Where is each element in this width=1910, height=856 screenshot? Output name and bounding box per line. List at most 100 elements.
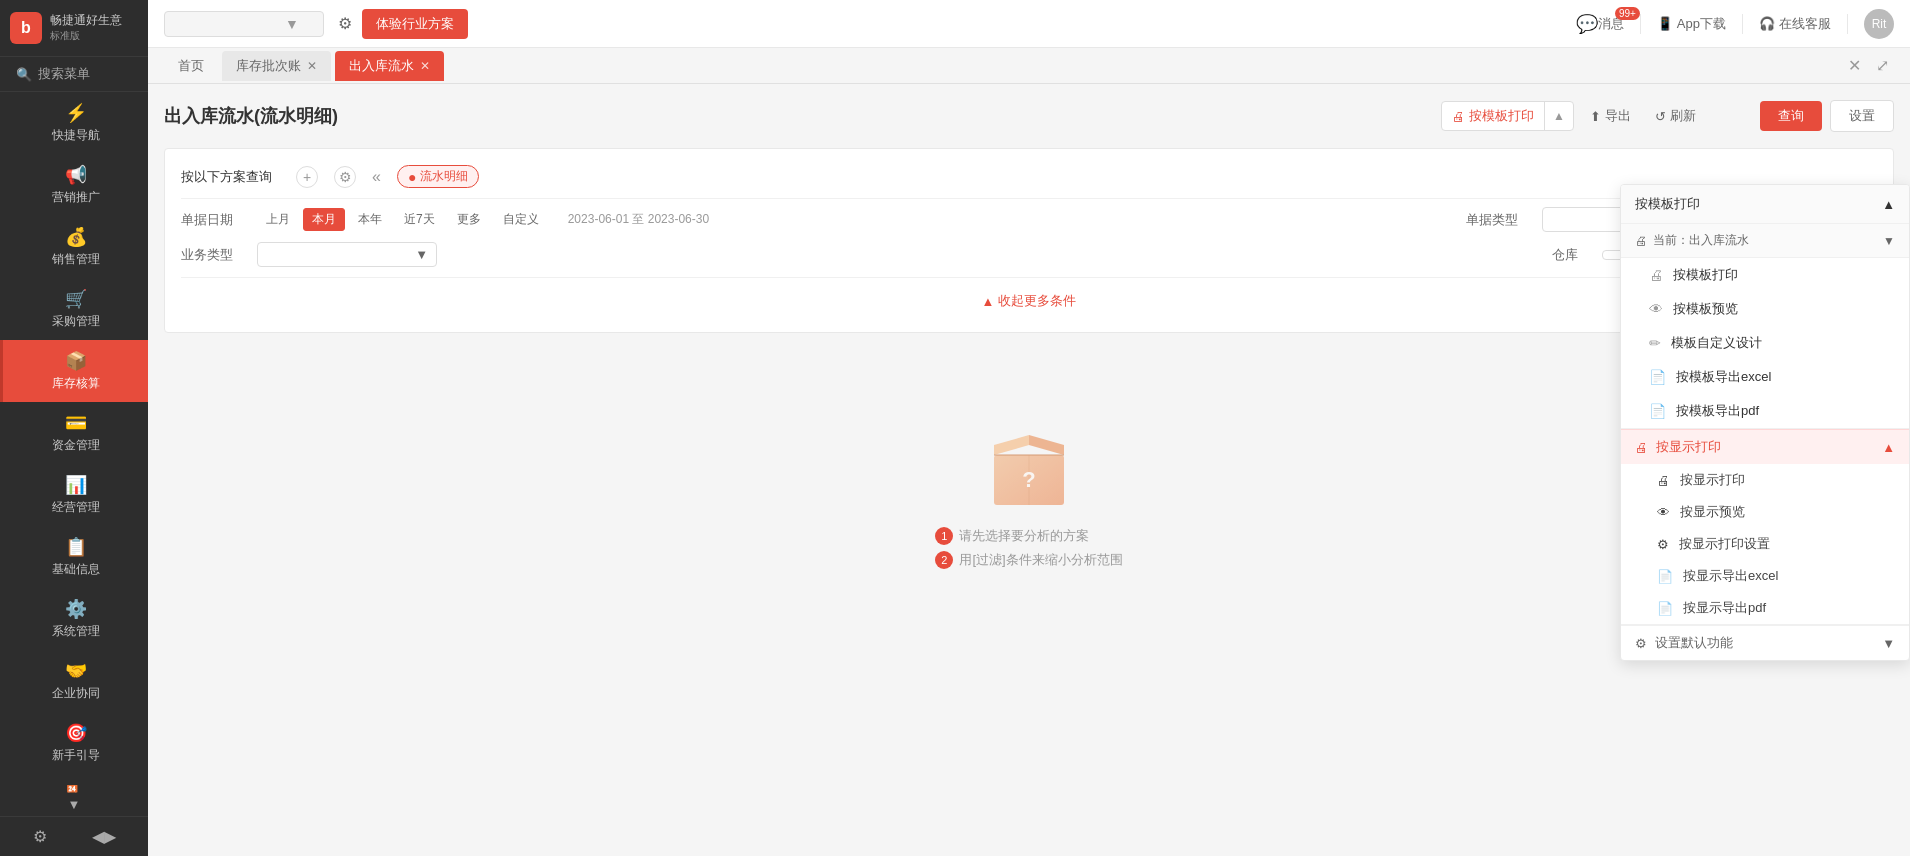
sidebar-item-inventory[interactable]: 📦 库存核算 [0, 340, 148, 402]
topbar-search-input[interactable] [175, 17, 285, 31]
dropdown-item-display-preview[interactable]: 👁 按显示预览 [1621, 496, 1909, 528]
sidebar-item-label: 系统管理 [52, 623, 100, 640]
message-badge: 99+ [1615, 7, 1640, 20]
svg-text:?: ? [1022, 467, 1035, 492]
sidebar-search[interactable]: 🔍 搜索菜单 [0, 57, 148, 92]
message-btn[interactable]: 💬 消息 99+ [1576, 13, 1624, 35]
dropdown-item-template-custom[interactable]: ✏ 模板自定义设计 [1621, 326, 1909, 360]
inventory-icon: 📦 [65, 350, 87, 372]
date-btn-this-month[interactable]: 本月 [303, 208, 345, 231]
print-template-dropdown-arrow[interactable]: ▲ [1545, 104, 1573, 128]
empty-tip-2: 2 用[过滤]条件来缩小分析范围 [935, 551, 1122, 569]
date-label: 单据日期 [181, 211, 233, 229]
sidebar-item-marketing[interactable]: 📢 营销推广 [0, 154, 148, 216]
tab-batch-account[interactable]: 库存批次账 ✕ [222, 51, 331, 81]
sidebar-item-label: 经营管理 [52, 499, 100, 516]
date-btn-more[interactable]: 更多 [448, 208, 490, 231]
sidebar-item-finance[interactable]: 💳 资金管理 [0, 402, 148, 464]
sidebar-item-operations[interactable]: 📊 经营管理 [0, 464, 148, 526]
date-range-display: 2023-06-01 至 2023-06-30 [568, 211, 709, 228]
footer-settings-icon: ⚙ [1635, 636, 1647, 651]
dropdown-footer[interactable]: ⚙ 设置默认功能 ▼ [1621, 625, 1909, 660]
settings-button[interactable]: 设置 [1830, 100, 1894, 132]
dropdown-item-display-print[interactable]: 🖨 按显示打印 [1621, 464, 1909, 496]
page-actions: 🖨 按模板打印 ▲ ⬆ 导出 ↺ 刷新 查询 设置 [1441, 100, 1894, 132]
dropdown-item-display-pdf[interactable]: 📄 按显示导出pdf [1621, 592, 1909, 624]
page-header: 出入库流水(流水明细) 🖨 按模板打印 ▲ ⬆ 导出 ↺ 刷新 [164, 100, 1894, 132]
current-template-label: 当前：出入库流水 [1653, 232, 1749, 249]
system-icon: ⚙️ [65, 598, 87, 620]
app-download-label: App下载 [1677, 15, 1726, 33]
export-btn[interactable]: ⬆ 导出 [1582, 103, 1639, 129]
settings-bottom-icon[interactable]: ⚙ [33, 827, 47, 846]
topbar-gear-icon[interactable]: ⚙ [338, 14, 352, 33]
dropdown-item-display-settings[interactable]: ⚙ 按显示打印设置 [1621, 528, 1909, 560]
topbar-search-box[interactable]: ▼ [164, 11, 324, 37]
resize-window-btn[interactable]: ⤢ [1870, 54, 1894, 78]
svg-marker-1 [994, 435, 1029, 455]
query-button[interactable]: 查询 [1760, 101, 1822, 131]
sidebar-scroll-down[interactable]: ▼ [0, 793, 148, 816]
topbar: ▼ ⚙ 体验行业方案 💬 消息 99+ 📱 App下载 🎧 在线客服 Rit [148, 0, 1910, 48]
dropdown-item-display-excel[interactable]: 📄 按显示导出excel [1621, 560, 1909, 592]
refresh-btn[interactable]: ↺ 刷新 [1647, 103, 1704, 129]
display-print-label: 按显示打印 [1680, 471, 1745, 489]
tab-batch-account-close[interactable]: ✕ [307, 59, 317, 73]
online-service-btn[interactable]: 🎧 在线客服 [1759, 15, 1831, 33]
sidebar-item-label: 采购管理 [52, 313, 100, 330]
print-template-btn[interactable]: 🖨 按模板打印 [1442, 102, 1545, 130]
sidebar-item-app-center[interactable]: 🏪 应用中心 [0, 774, 148, 793]
app-download-btn[interactable]: 📱 App下载 [1657, 15, 1726, 33]
export-icon: ⬆ [1590, 109, 1601, 124]
topbar-divider-2 [1742, 14, 1743, 34]
sidebar-item-enterprise[interactable]: 🤝 企业协同 [0, 650, 148, 712]
trial-btn[interactable]: 体验行业方案 [362, 9, 468, 39]
tab-home[interactable]: 首页 [164, 51, 218, 81]
display-preview-label: 按显示预览 [1680, 503, 1745, 521]
filter-active-tag[interactable]: ● 流水明细 [397, 165, 479, 188]
user-avatar[interactable]: Rit [1864, 9, 1894, 39]
empty-box-icon: ? [979, 415, 1079, 515]
sidebar-item-sales[interactable]: 💰 销售管理 [0, 216, 148, 278]
topbar-divider-1 [1640, 14, 1641, 34]
collapse-sidebar-icon[interactable]: ◀▶ [92, 827, 116, 846]
business-select[interactable]: ▼ [257, 242, 437, 267]
template-excel-icon: 📄 [1649, 369, 1666, 385]
filter-collapse-btn[interactable]: « [372, 168, 381, 186]
date-btn-last-month[interactable]: 上月 [257, 208, 299, 231]
sidebar-item-newbie[interactable]: 🎯 新手引导 [0, 712, 148, 774]
sidebar-item-system[interactable]: ⚙️ 系统管理 [0, 588, 148, 650]
dropdown-item-template-pdf[interactable]: 📄 按模板导出pdf [1621, 394, 1909, 428]
sidebar-item-purchase[interactable]: 🛒 采购管理 [0, 278, 148, 340]
dropdown-header-arrow[interactable]: ▲ [1882, 197, 1895, 212]
sidebar-item-basic[interactable]: 📋 基础信息 [0, 526, 148, 588]
filter-add-btn[interactable]: + [296, 166, 318, 188]
display-section-label: 按显示打印 [1656, 438, 1721, 456]
business-label: 业务类型 [181, 246, 233, 264]
date-btn-this-year[interactable]: 本年 [349, 208, 391, 231]
date-btn-custom[interactable]: 自定义 [494, 208, 548, 231]
operations-icon: 📊 [65, 474, 87, 496]
filter-settings-btn[interactable]: ⚙ [334, 166, 356, 188]
template-print-icon: 🖨 [1649, 267, 1663, 283]
topbar-right: 💬 消息 99+ 📱 App下载 🎧 在线客服 Rit [1576, 9, 1894, 39]
sidebar-item-quick-nav[interactable]: ⚡ 快捷导航 [0, 92, 148, 154]
warehouse-label: 仓库 [1552, 246, 1578, 264]
dropdown-item-template-print[interactable]: 🖨 按模板打印 [1621, 258, 1909, 292]
date-btn-7days[interactable]: 近7天 [395, 208, 444, 231]
filter-tag-icon: ● [408, 169, 416, 185]
current-template-arrow[interactable]: ▼ [1883, 234, 1895, 248]
app-name: 畅捷通好生意 [50, 13, 122, 29]
sidebar: b 畅捷通好生意 标准版 🔍 搜索菜单 ⚡ 快捷导航 📢 营销推广 💰 销售管理… [0, 0, 148, 856]
tab-in-out-flow[interactable]: 出入库流水 ✕ [335, 51, 444, 81]
close-window-btn[interactable]: ✕ [1842, 54, 1866, 78]
dropdown-item-template-preview[interactable]: 👁 按模板预览 [1621, 292, 1909, 326]
tab-in-out-flow-close[interactable]: ✕ [420, 59, 430, 73]
sidebar-item-label: 营销推广 [52, 189, 100, 206]
template-excel-label: 按模板导出excel [1676, 368, 1895, 386]
dropdown-display-section-header[interactable]: 🖨 按显示打印 ▲ [1621, 429, 1909, 464]
chevron-down-icon: ▼ [68, 797, 81, 812]
page-content-area: 出入库流水(流水明细) 🖨 按模板打印 ▲ ⬆ 导出 ↺ 刷新 [148, 84, 1910, 856]
search-dropdown-icon[interactable]: ▼ [285, 16, 299, 32]
dropdown-item-template-excel[interactable]: 📄 按模板导出excel [1621, 360, 1909, 394]
